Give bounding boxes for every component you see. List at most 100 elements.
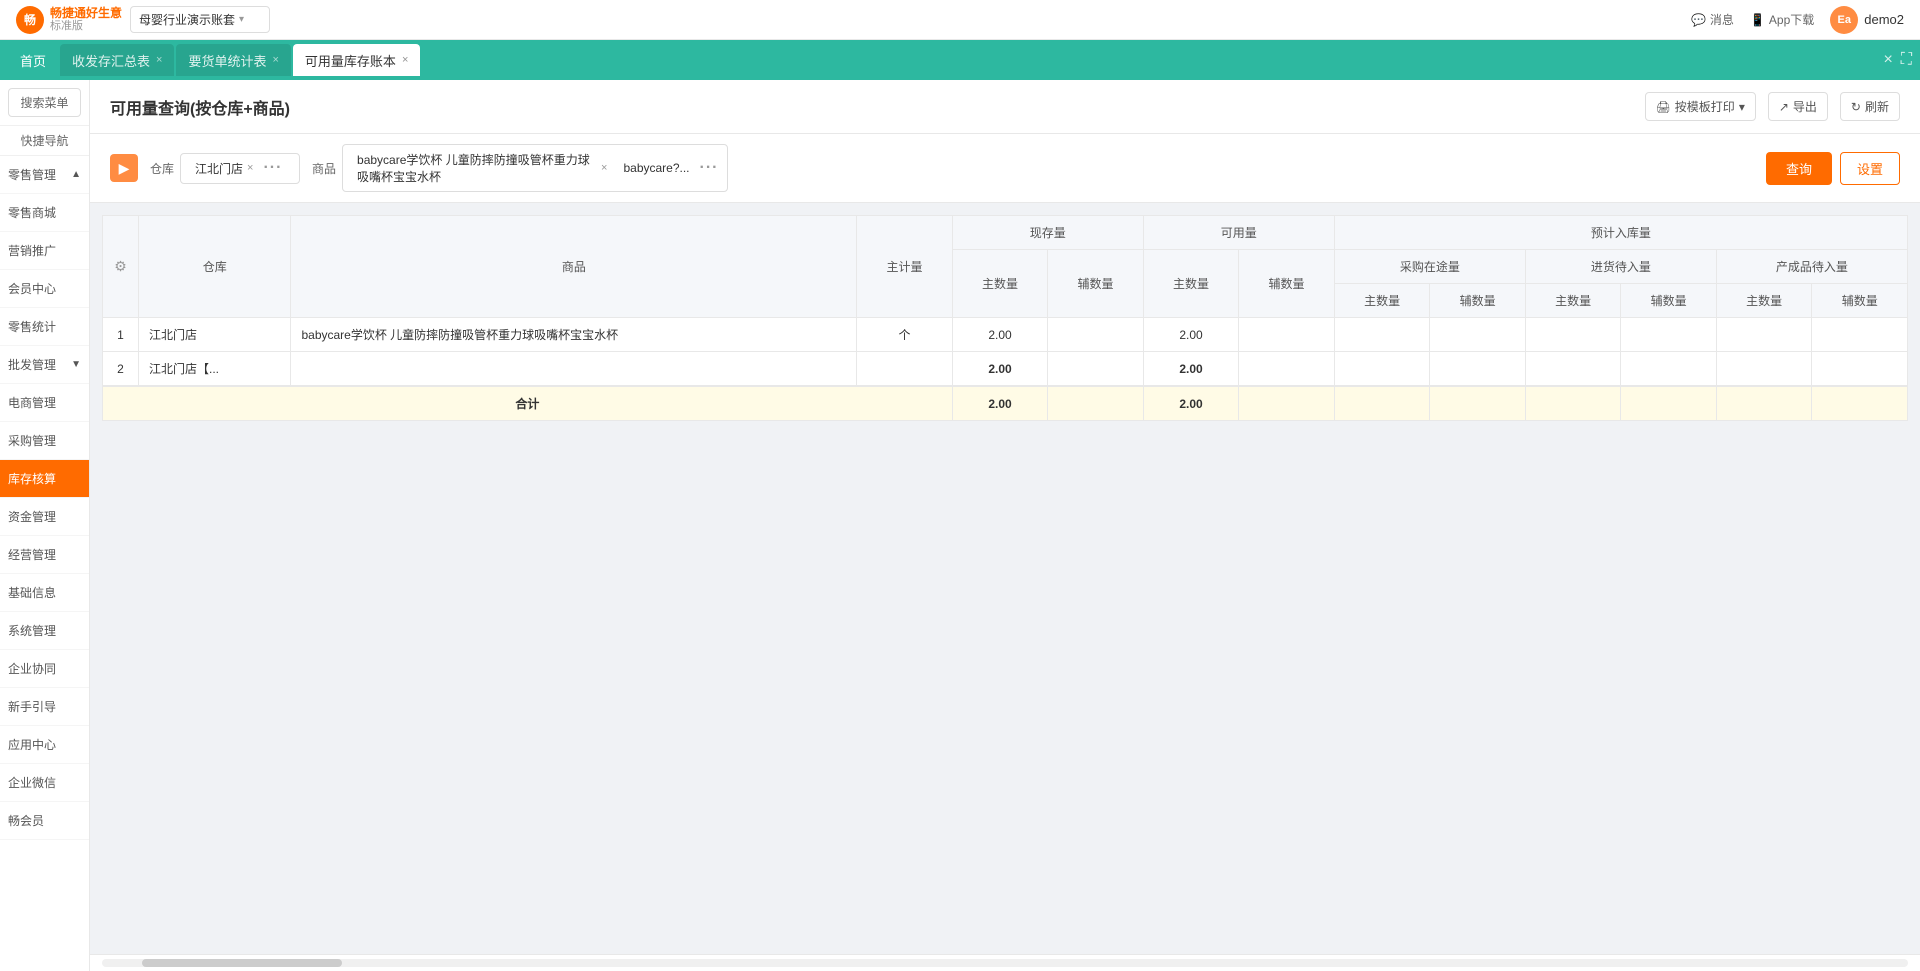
row-purchase-aux — [1430, 318, 1526, 352]
sidebar-item-finance[interactable]: 资金管理 — [0, 498, 89, 536]
sidebar-item-newbie-label: 新手引导 — [8, 698, 56, 715]
row-stock-main: 2.00 — [952, 318, 1048, 352]
quick-nav-button[interactable]: 快捷导航 — [0, 126, 89, 156]
export-icon: ↗ — [1779, 100, 1789, 114]
print-label: 按模板打印 — [1675, 98, 1735, 115]
sidebar-item-basic[interactable]: 基础信息 — [0, 574, 89, 612]
logo-icon: 畅 — [16, 6, 44, 34]
sidebar-item-retail-stats[interactable]: 零售统计 — [0, 308, 89, 346]
refresh-button[interactable]: ↻ 刷新 — [1840, 92, 1900, 121]
tab-order-close[interactable]: × — [272, 54, 278, 66]
purchase-transit-header: 采购在途量 — [1334, 250, 1525, 284]
logo-subtext: 标准版 — [50, 20, 122, 33]
table-footer — [90, 954, 1920, 971]
sidebar-item-system[interactable]: 系统管理 — [0, 612, 89, 650]
tab-receive-close[interactable]: × — [156, 54, 162, 66]
search-menu-button[interactable]: 搜索菜单 — [8, 88, 81, 117]
sidebar-item-wholesale[interactable]: 批发管理 ▼ — [0, 346, 89, 384]
tab-available[interactable]: 可用量库存账本 × — [293, 44, 420, 76]
logo-text: 畅捷通好生意 — [50, 6, 122, 20]
query-button[interactable]: 查询 — [1766, 152, 1832, 185]
sidebar-item-appstore-label: 应用中心 — [8, 736, 56, 753]
filter-toggle-button[interactable]: ▶ — [110, 154, 138, 182]
close-all-tabs-button[interactable]: × — [1883, 51, 1892, 69]
content-area: 可用量查询(按仓库+商品) 🖨 按模板打印 ▾ ↗ 导出 ↻ 刷新 ▶ — [90, 80, 1920, 971]
message-button[interactable]: 💬 消息 — [1691, 11, 1734, 28]
sidebar-item-marketing[interactable]: 营销推广 — [0, 232, 89, 270]
sidebar-item-appstore[interactable]: 应用中心 — [0, 726, 89, 764]
sidebar-item-retail-label: 零售管理 — [8, 166, 56, 183]
filter-actions: 查询 设置 — [1766, 152, 1900, 185]
row-production-aux — [1812, 352, 1908, 387]
page-title: 可用量查询(按仓库+商品) — [110, 95, 290, 119]
row-incoming-aux — [1621, 318, 1717, 352]
sidebar-item-newbie[interactable]: 新手引导 — [0, 688, 89, 726]
tab-order[interactable]: 要货单统计表 × — [176, 44, 290, 76]
sidebar-item-member-label: 会员中心 — [8, 280, 56, 297]
export-label: 导出 — [1793, 98, 1817, 115]
table-row: 2 江北门店【... 2.00 2.00 — [103, 352, 1908, 387]
sidebar-item-retail-shop[interactable]: 零售商城 — [0, 194, 89, 232]
store-selector[interactable]: 母婴行业演示账套 ▾ — [130, 6, 270, 33]
table-row: 1 江北门店 babycare学饮杯 儿童防摔防撞吸管杯重力球吸嘴杯宝宝水杯 个… — [103, 318, 1908, 352]
warehouse-tag-value: 江北门店 — [195, 160, 243, 177]
row-index: 2 — [103, 352, 139, 387]
product-filter-group: 商品 babycare学饮杯 儿童防摔防撞吸管杯重力球吸嘴杯宝宝水杯 × bab… — [312, 144, 727, 192]
tab-available-close[interactable]: × — [402, 54, 408, 66]
sidebar-item-wechat[interactable]: 企业微信 — [0, 764, 89, 802]
sidebar-item-ecommerce[interactable]: 电商管理 — [0, 384, 89, 422]
sidebar-item-member2[interactable]: 畅会员 — [0, 802, 89, 840]
unit-col-header: 主计量 — [857, 216, 953, 318]
tab-home[interactable]: 首页 — [8, 44, 58, 76]
sidebar-item-purchase[interactable]: 采购管理 — [0, 422, 89, 460]
sidebar-item-operations-label: 经营管理 — [8, 546, 56, 563]
top-bar: 畅 畅捷通好生意 标准版 母婴行业演示账套 ▾ 💬 消息 📱 App下载 Ea … — [0, 0, 1920, 40]
sidebar-item-operations[interactable]: 经营管理 — [0, 536, 89, 574]
filter-settings-button[interactable]: 设置 — [1840, 152, 1900, 185]
user-menu[interactable]: Ea demo2 — [1830, 6, 1904, 34]
sidebar-search-area: 搜索菜单 — [0, 80, 89, 126]
tab-receive[interactable]: 收发存汇总表 × — [60, 44, 174, 76]
store-name: 母婴行业演示账套 — [139, 11, 235, 28]
page-actions: 🖨 按模板打印 ▾ ↗ 导出 ↻ 刷新 — [1645, 92, 1900, 121]
production-header: 产成品待入量 — [1716, 250, 1907, 284]
product-tag-close[interactable]: × — [601, 162, 607, 174]
product-more-icon[interactable]: ··· — [700, 159, 719, 177]
export-button[interactable]: ↗ 导出 — [1768, 92, 1828, 121]
top-bar-left: 畅 畅捷通好生意 标准版 母婴行业演示账套 ▾ — [16, 6, 270, 34]
sidebar-item-system-label: 系统管理 — [8, 622, 56, 639]
warehouse-filter-input[interactable]: 江北门店 × ··· — [180, 153, 300, 184]
print-button[interactable]: 🖨 按模板打印 ▾ — [1645, 92, 1756, 121]
horizontal-scrollbar-thumb[interactable] — [142, 959, 342, 967]
sum-purchase-main — [1334, 386, 1430, 421]
row-purchase-main — [1334, 318, 1430, 352]
sidebar-item-enterprise[interactable]: 企业协同 — [0, 650, 89, 688]
warehouse-tag-close[interactable]: × — [247, 162, 253, 174]
row-stock-main: 2.00 — [952, 352, 1048, 387]
forecast-group-header: 预计入库量 — [1334, 216, 1907, 250]
maximize-button[interactable]: ⛶ — [1901, 51, 1912, 69]
refresh-icon: ↻ — [1851, 100, 1861, 114]
sidebar-item-marketing-label: 营销推广 — [8, 242, 56, 259]
horizontal-scrollbar-track[interactable] — [102, 959, 1908, 967]
row-production-main — [1716, 352, 1812, 387]
sidebar-item-enterprise-label: 企业协同 — [8, 660, 56, 677]
sidebar-item-wechat-label: 企业微信 — [8, 774, 56, 791]
product-tag2: babycare?... — [617, 159, 695, 177]
table-settings-icon[interactable]: ⚙ — [114, 258, 127, 274]
product-col-header: 商品 — [291, 216, 857, 318]
sidebar-item-wholesale-label: 批发管理 — [8, 356, 56, 373]
sidebar-item-member[interactable]: 会员中心 — [0, 270, 89, 308]
warehouse-more-icon[interactable]: ··· — [263, 159, 282, 177]
table-area: ⚙ 仓库 商品 主计量 现存量 可用量 预计入库量 主数量 辅数量 主数量 辅数… — [90, 203, 1920, 954]
available-group-header: 可用量 — [1143, 216, 1334, 250]
logo-area: 畅 畅捷通好生意 标准版 — [16, 6, 122, 34]
product-filter-input[interactable]: babycare学饮杯 儿童防摔防撞吸管杯重力球吸嘴杯宝宝水杯 × babyca… — [342, 144, 727, 192]
app-download-button[interactable]: 📱 App下载 — [1750, 11, 1814, 28]
sidebar-item-finance-label: 资金管理 — [8, 508, 56, 525]
sidebar-item-inventory[interactable]: 库存核算 — [0, 460, 89, 498]
sum-label: 合计 — [103, 386, 953, 421]
filter-bar: ▶ 仓库 江北门店 × ··· 商品 babycare学饮杯 儿童防摔防撞吸管杯… — [90, 134, 1920, 203]
sum-purchase-aux — [1430, 386, 1526, 421]
sidebar-item-retail[interactable]: 零售管理 ▲ — [0, 156, 89, 194]
